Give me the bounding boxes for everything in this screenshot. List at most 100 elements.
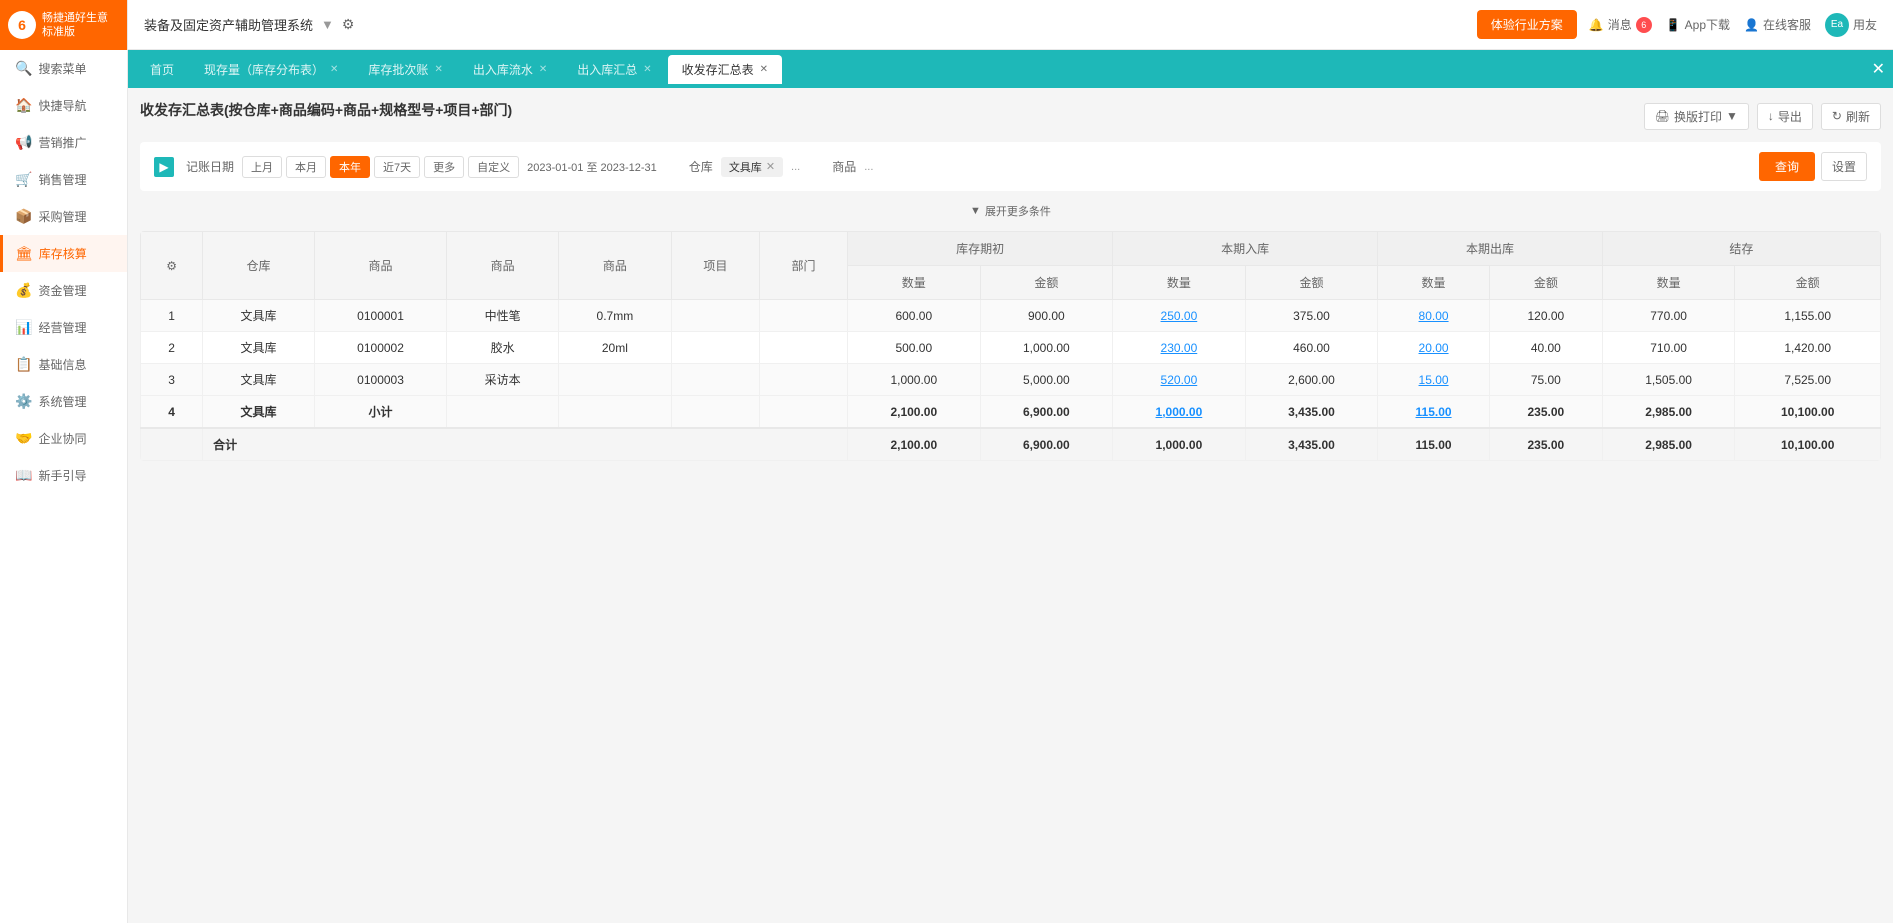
dropdown-arrow-icon[interactable]: ▼ [321,17,334,32]
tabbar-close-btn[interactable]: ✕ [1872,59,1885,79]
th-goods-spec: 商品 [558,232,671,300]
tab-batch-ledger[interactable]: 库存批次账 ✕ [354,55,456,84]
setting-btn[interactable]: 设置 [1821,152,1867,181]
sidebar-item-label: 新手引导 [38,467,86,484]
row2-goods-name: 胶水 [447,332,559,364]
tab-inventory-dist-label: 现存量（库存分布表） [204,61,324,78]
data-table-container: ⚙ 仓库 商品 商品 商品 项目 部门 库存期初 本期入库 本期出库 结存 数量 [140,231,1881,461]
settings-icon[interactable]: ⚙ [342,16,355,33]
tab-inout-flow-close[interactable]: ✕ [539,64,547,75]
tab-batch-ledger-label: 库存批次账 [368,61,428,78]
sidebar-item-quick-nav[interactable]: 🏠快捷导航 [0,87,127,124]
sidebar-item-marketing[interactable]: 📢营销推广 [0,124,127,161]
row1-out-qty[interactable]: 80.00 [1378,300,1490,332]
sidebar-item-search[interactable]: 🔍搜索菜单 [0,50,127,87]
row2-num: 2 [141,332,203,364]
row1-in-amt: 375.00 [1245,300,1378,332]
tab-inout-summary-close[interactable]: ✕ [643,64,651,75]
table-settings-icon: ⚙ [166,259,177,273]
date-btn-7days[interactable]: 近7天 [374,156,420,178]
row1-bal-amt: 1,155.00 [1735,300,1881,332]
sidebar-item-label: 快捷导航 [38,97,86,114]
goods-more[interactable]: ... [864,161,873,173]
total-blank [141,428,203,461]
subtotal-in-qty[interactable]: 1,000.00 [1113,396,1246,429]
tab-inventory-dist-close[interactable]: ✕ [330,64,338,75]
warehouse-more[interactable]: ... [791,161,800,173]
table-footer: 合计 2,100.00 6,900.00 1,000.00 3,435.00 1… [141,428,1881,461]
tab-receipt-summary-label: 收发存汇总表 [682,61,754,78]
subtotal-out-qty[interactable]: 115.00 [1378,396,1490,429]
sidebar-item-guide[interactable]: 📖新手引导 [0,457,127,494]
finance-icon: 💰 [15,282,32,299]
export-btn[interactable]: ↓ 导出 [1757,103,1813,130]
row2-out-qty[interactable]: 20.00 [1378,332,1490,364]
query-btn[interactable]: 查询 [1759,152,1815,181]
row1-in-qty[interactable]: 250.00 [1113,300,1246,332]
date-btn-more[interactable]: 更多 [424,156,464,178]
th-out-amt: 金额 [1489,266,1602,300]
subtotal-in-amt: 3,435.00 [1245,396,1378,429]
sidebar: 6 畅捷通好生意 标准版 🔍搜索菜单 🏠快捷导航 📢营销推广 🛒销售管理 📦采购… [0,0,128,923]
th-settings[interactable]: ⚙ [141,232,203,300]
sidebar-item-purchase[interactable]: 📦采购管理 [0,198,127,235]
row3-out-qty[interactable]: 15.00 [1378,364,1490,396]
sidebar-item-label: 搜索菜单 [38,60,86,77]
online-service-action[interactable]: 👤 在线客服 [1744,16,1811,33]
sales-icon: 🛒 [15,171,32,188]
sidebar-item-collab[interactable]: 🤝企业协同 [0,420,127,457]
subtotal-blank1 [447,396,559,429]
tab-inout-flow[interactable]: 出入库流水✕ [459,55,561,84]
total-label: 合计 [203,428,848,461]
username-text: 用友 [1853,16,1877,33]
tab-inventory-dist[interactable]: 现存量（库存分布表） ✕ [190,55,352,84]
date-btn-this-year[interactable]: 本年 [330,156,370,178]
row2-in-qty[interactable]: 230.00 [1113,332,1246,364]
sidebar-item-system[interactable]: ⚙️系统管理 [0,383,127,420]
th-in-amt: 金额 [1245,266,1378,300]
tab-receipt-summary[interactable]: 收发存汇总表 ✕ [668,55,782,84]
total-in-qty: 1,000.00 [1113,428,1246,461]
app-download-text: App下载 [1685,16,1730,33]
sidebar-item-inventory[interactable]: 🏛库存核算 [0,235,127,272]
date-btn-prev-month[interactable]: 上月 [242,156,282,178]
export-btn-label: 导出 [1778,108,1802,125]
refresh-btn[interactable]: ↻ 刷新 [1821,103,1881,130]
mobile-icon: 📱 [1666,18,1681,32]
sidebar-item-operation[interactable]: 📊经营管理 [0,309,127,346]
row1-warehouse: 文具库 [203,300,315,332]
tab-receipt-summary-close[interactable]: ✕ [760,64,768,75]
sidebar-nav: 🔍搜索菜单 🏠快捷导航 📢营销推广 🛒销售管理 📦采购管理 🏛库存核算 💰资金管… [0,50,127,923]
row3-open-qty: 1,000.00 [848,364,981,396]
sidebar-item-sales[interactable]: 🛒销售管理 [0,161,127,198]
warehouse-tag[interactable]: 文具库 ✕ [721,157,783,177]
tab-home[interactable]: 首页 [136,55,188,84]
row3-in-qty[interactable]: 520.00 [1113,364,1246,396]
table-row: 3 文具库 0100003 采访本 1,000.00 5,000.00 520.… [141,364,1881,396]
app-download-action[interactable]: 📱 App下载 [1666,16,1730,33]
row3-open-amt: 5,000.00 [980,364,1113,396]
trial-btn[interactable]: 体验行业方案 [1477,10,1577,39]
sidebar-item-label: 库存核算 [39,245,87,262]
collab-icon: 🤝 [15,430,32,447]
total-open-amt: 6,900.00 [980,428,1113,461]
main-area: 装备及固定资产辅助管理系统 ▼ ⚙ 体验行业方案 🔔 消息 6 📱 App下载 … [128,0,1893,923]
date-btn-this-month[interactable]: 本月 [286,156,326,178]
sidebar-item-label: 基础信息 [38,356,86,373]
table-row: 2 文具库 0100002 胶水 20ml 500.00 1,000.00 23… [141,332,1881,364]
sidebar-item-basic[interactable]: 📋基础信息 [0,346,127,383]
tab-batch-ledger-close[interactable]: ✕ [434,64,442,75]
expand-more-btn[interactable]: ▼ 展开更多条件 [966,199,1055,223]
th-project: 项目 [671,232,759,300]
sidebar-item-finance[interactable]: 💰资金管理 [0,272,127,309]
warehouse-tag-close[interactable]: ✕ [766,160,775,173]
tab-inout-summary[interactable]: 出入库汇总✕ [563,55,665,84]
user-action[interactable]: Ea 用友 [1825,13,1877,37]
date-btn-custom[interactable]: 自定义 [468,156,519,178]
print-btn[interactable]: 🖨 换版打印 ▼ [1644,103,1749,130]
notification-action[interactable]: 🔔 消息 6 [1589,16,1652,33]
topbar-title: 装备及固定资产辅助管理系统 ▼ ⚙ [144,15,1465,34]
filter-collapse-btn[interactable]: ▶ [154,157,174,177]
subtotal-bal-qty: 2,985.00 [1602,396,1735,429]
row2-in-amt: 460.00 [1245,332,1378,364]
